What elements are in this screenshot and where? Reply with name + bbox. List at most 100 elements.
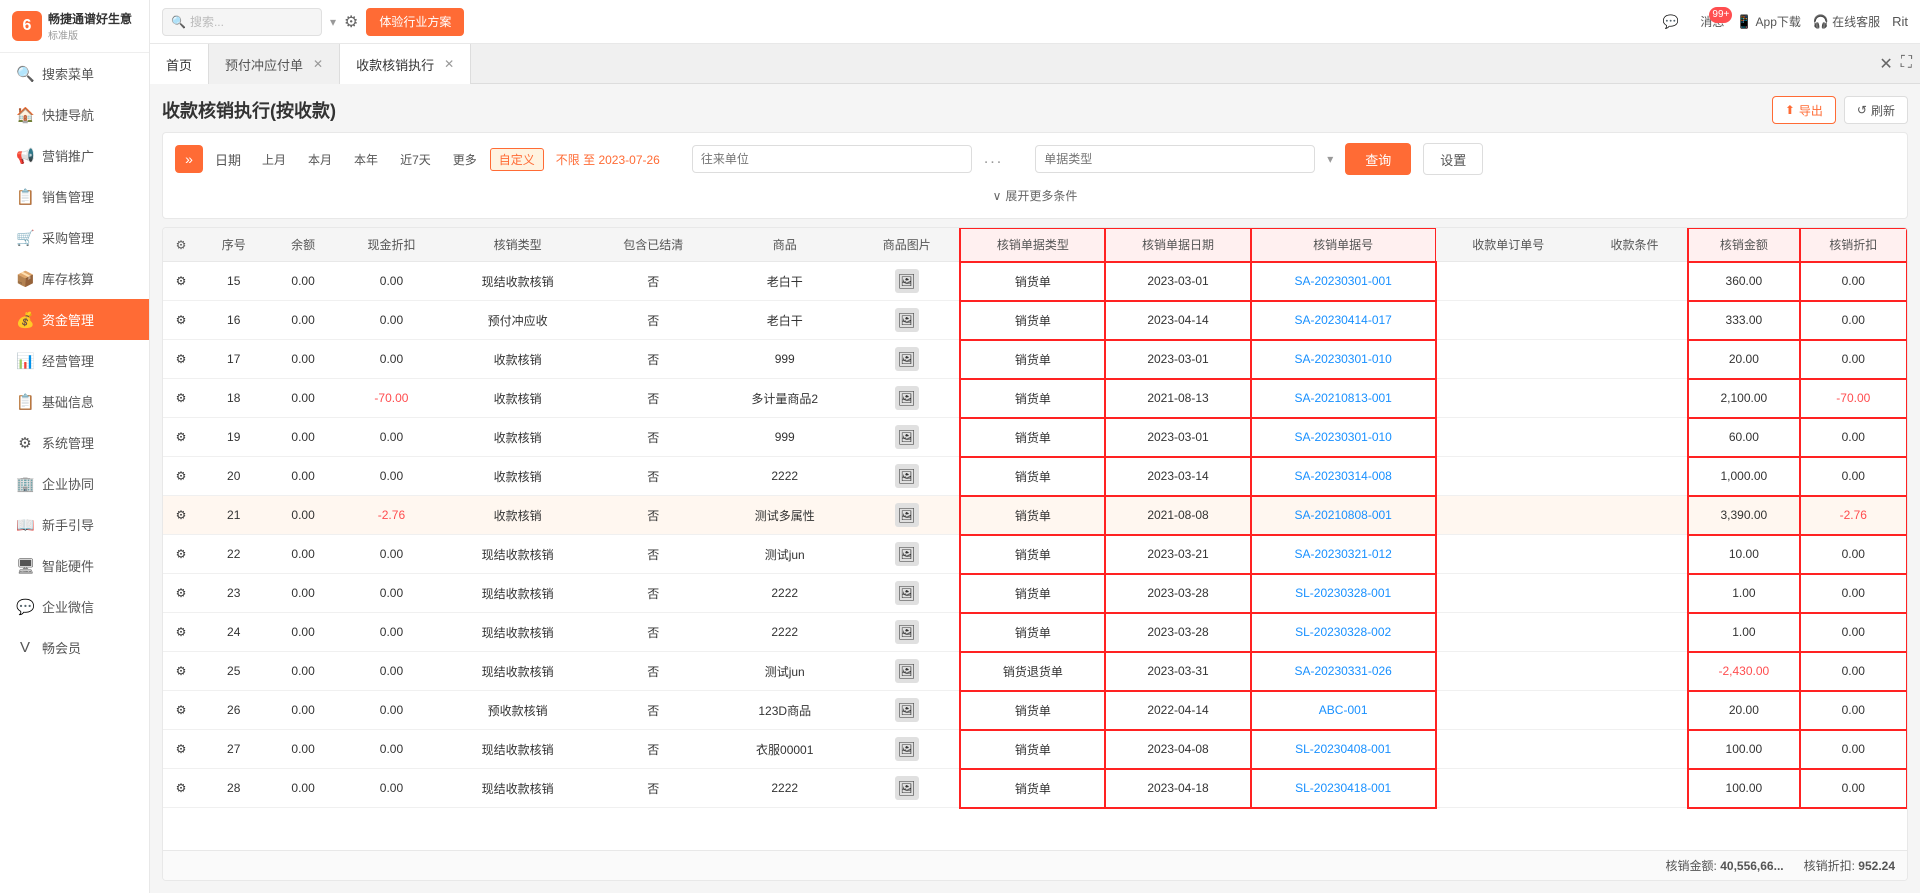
enterprise-icon: 🏢	[16, 475, 34, 493]
bill-no-link[interactable]: SA-20210808-001	[1294, 508, 1391, 522]
row-settings[interactable]: ⚙	[163, 301, 199, 340]
row-settings[interactable]: ⚙	[163, 535, 199, 574]
bill-no-link[interactable]: SL-20230328-001	[1295, 586, 1391, 600]
filter-settings-button[interactable]: 设置	[1423, 143, 1483, 175]
row-goods-img[interactable]: 🖼	[853, 379, 960, 418]
app-download[interactable]: 📱 App下载	[1736, 13, 1801, 30]
col-header-goods: 商品	[716, 228, 853, 262]
row-settings[interactable]: ⚙	[163, 730, 199, 769]
row-settings[interactable]: ⚙	[163, 691, 199, 730]
bill-no-link[interactable]: SA-20230321-012	[1294, 547, 1391, 561]
row-bill-type: 销货单	[960, 457, 1105, 496]
row-settings[interactable]: ⚙	[163, 496, 199, 535]
row-goods-img[interactable]: 🖼	[853, 691, 960, 730]
bill-no-link[interactable]: SL-20230408-001	[1295, 742, 1391, 756]
sidebar-item-finance[interactable]: 💰资金管理	[0, 299, 149, 340]
bill-no-link[interactable]: SA-20230314-008	[1294, 469, 1391, 483]
row-settings[interactable]: ⚙	[163, 574, 199, 613]
industry-btn[interactable]: 体验行业方案	[366, 8, 464, 36]
row-settings[interactable]: ⚙	[163, 340, 199, 379]
bill-type-filter-input[interactable]	[1035, 145, 1315, 173]
this-month-btn[interactable]: 本月	[299, 148, 341, 171]
row-collect-condition	[1581, 535, 1688, 574]
row-goods-img[interactable]: 🖼	[853, 613, 960, 652]
row-goods-img[interactable]: 🖼	[853, 301, 960, 340]
topbar-gear-icon[interactable]: ⚙	[344, 12, 358, 32]
tab-close-collect[interactable]: ✕	[444, 57, 454, 71]
row-goods-img[interactable]: 🖼	[853, 769, 960, 808]
topbar-dropdown-arrow[interactable]: ▾	[330, 15, 336, 29]
online-service[interactable]: 🎧 在线客服	[1813, 13, 1880, 30]
sidebar-item-search[interactable]: 🔍搜索菜单	[0, 53, 149, 94]
bill-no-link[interactable]: SA-20230301-001	[1294, 274, 1391, 288]
sidebar-item-inventory[interactable]: 📦库存核算	[0, 258, 149, 299]
sidebar-item-quicknav[interactable]: 🏠快捷导航	[0, 94, 149, 135]
unit-filter-input[interactable]	[692, 145, 972, 173]
bill-no-link[interactable]: SA-20230331-026	[1294, 664, 1391, 678]
refresh-button[interactable]: ↺ 刷新	[1844, 96, 1908, 124]
bill-no-link[interactable]: SA-20230301-010	[1294, 352, 1391, 366]
this-year-btn[interactable]: 本年	[345, 148, 387, 171]
row-goods-img[interactable]: 🖼	[853, 457, 960, 496]
bill-no-link[interactable]: SA-20230301-010	[1294, 430, 1391, 444]
row-goods-img[interactable]: 🖼	[853, 535, 960, 574]
sidebar-item-operation[interactable]: 📊经营管理	[0, 340, 149, 381]
more-date-btn[interactable]: 更多	[444, 148, 486, 171]
row-goods-img[interactable]: 🖼	[853, 418, 960, 457]
bill-no-link[interactable]: SL-20230328-002	[1295, 625, 1391, 639]
bill-no-link[interactable]: SA-20230414-017	[1294, 313, 1391, 327]
row-goods-img[interactable]: 🖼	[853, 730, 960, 769]
sidebar-item-member[interactable]: V畅会员	[0, 627, 149, 668]
bill-no-link[interactable]: SA-20210813-001	[1294, 391, 1391, 405]
footer-total-discount: 核销折扣: 952.24	[1804, 857, 1895, 874]
unit-dots[interactable]: ...	[984, 150, 1003, 168]
page-title-text: 收款核销执行(按收款)	[162, 97, 336, 123]
last-month-btn[interactable]: 上月	[253, 148, 295, 171]
sidebar-item-sales[interactable]: 📋销售管理	[0, 176, 149, 217]
bill-no-link[interactable]: ABC-001	[1319, 703, 1368, 717]
row-goods-img[interactable]: 🖼	[853, 574, 960, 613]
sidebar-item-marketing[interactable]: 📢营销推广	[0, 135, 149, 176]
maximize-tab-btn[interactable]: ⛶	[1901, 54, 1912, 74]
row-settings[interactable]: ⚙	[163, 262, 199, 301]
col-header-included_closed: 包含已结清	[590, 228, 716, 262]
tab-collect[interactable]: 收款核销执行✕	[340, 44, 471, 84]
tab-close-prepay[interactable]: ✕	[313, 57, 323, 71]
user-name[interactable]: Rit	[1892, 14, 1908, 29]
row-settings[interactable]: ⚙	[163, 613, 199, 652]
row-settings[interactable]: ⚙	[163, 652, 199, 691]
sidebar-item-enterprise[interactable]: 🏢企业协同	[0, 463, 149, 504]
row-settings[interactable]: ⚙	[163, 769, 199, 808]
close-tab-btn[interactable]: ✕	[1879, 54, 1892, 74]
sidebar-item-purchase[interactable]: 🛒采购管理	[0, 217, 149, 258]
row-settings[interactable]: ⚙	[163, 418, 199, 457]
col-header-setting[interactable]: ⚙	[163, 228, 199, 262]
row-goods-img[interactable]: 🖼	[853, 496, 960, 535]
row-seq: 21	[199, 496, 268, 535]
sidebar-item-guide[interactable]: 📖新手引导	[0, 504, 149, 545]
tab-prepay[interactable]: 预付冲应付单✕	[209, 44, 340, 84]
topbar-search[interactable]: 🔍 搜索...	[162, 8, 322, 36]
custom-date-btn[interactable]: 自定义	[490, 148, 544, 171]
sidebar-item-wechat[interactable]: 💬企业微信	[0, 586, 149, 627]
last-7days-btn[interactable]: 近7天	[391, 148, 440, 171]
row-goods-img[interactable]: 🖼	[853, 652, 960, 691]
query-button[interactable]: 查询	[1345, 143, 1411, 175]
sidebar-item-basic[interactable]: 📋基础信息	[0, 381, 149, 422]
tab-home[interactable]: 首页	[150, 44, 209, 84]
expand-more-conditions[interactable]: ∨ 展开更多条件	[175, 183, 1895, 208]
row-goods-img[interactable]: 🖼	[853, 340, 960, 379]
sidebar-item-hardware[interactable]: 🖥智能硬件	[0, 545, 149, 586]
table-scroll-area[interactable]: ⚙序号余额现金折扣核销类型包含已结清商品商品图片核销单据类型核销单据日期核销单据…	[163, 228, 1907, 850]
bill-no-link[interactable]: SL-20230418-001	[1295, 781, 1391, 795]
message-badge[interactable]: 💬 99+ 消息	[1663, 13, 1725, 30]
export-button[interactable]: ⬆ 导出	[1772, 96, 1836, 124]
tabbar: 首页预付冲应付单✕收款核销执行✕ ✕ ⛶	[150, 44, 1920, 84]
filter-toggle-btn[interactable]: »	[175, 145, 203, 173]
row-goods-img[interactable]: 🖼	[853, 262, 960, 301]
row-settings[interactable]: ⚙	[163, 457, 199, 496]
bill-type-dropdown-arrow[interactable]: ▾	[1327, 152, 1333, 166]
row-settings[interactable]: ⚙	[163, 379, 199, 418]
sidebar-item-system[interactable]: ⚙系统管理	[0, 422, 149, 463]
row-collect-condition	[1581, 574, 1688, 613]
